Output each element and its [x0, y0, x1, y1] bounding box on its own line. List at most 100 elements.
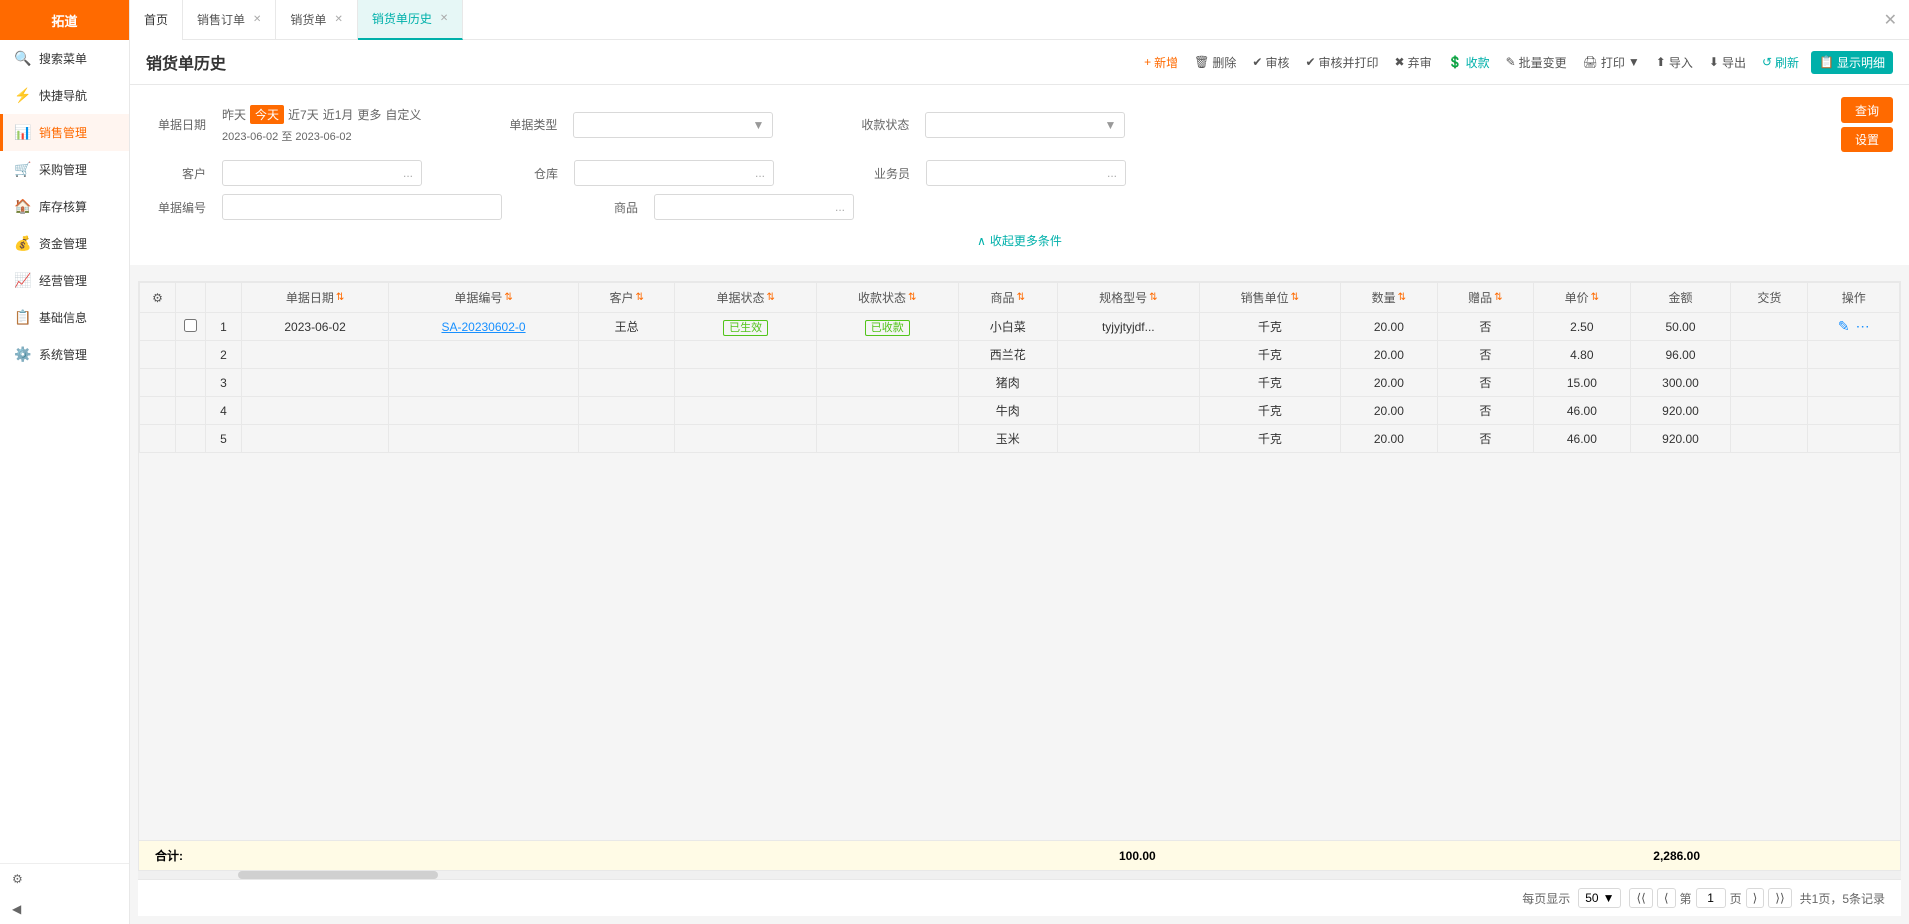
- collect-status-select[interactable]: ▼: [925, 112, 1125, 138]
- more-action-icon[interactable]: ⋯: [1856, 318, 1870, 335]
- cell-action[interactable]: [1808, 341, 1900, 369]
- shortcut-today[interactable]: 今天: [250, 105, 284, 124]
- col-doc-no[interactable]: 单据编号 ⇅: [389, 283, 579, 313]
- sidebar-item-inventory[interactable]: 🏠 库存核算: [0, 188, 129, 225]
- table-wrap[interactable]: ⚙ 单据日期 ⇅: [138, 281, 1901, 841]
- audit-button[interactable]: ✔ 审核: [1248, 52, 1293, 73]
- table-row[interactable]: 5 玉米 千克 20.00 否 46.00 920.00: [140, 425, 1900, 453]
- col-doc-status[interactable]: 单据状态 ⇅: [675, 283, 817, 313]
- audit-print-button[interactable]: ✔ 审核并打印: [1301, 52, 1382, 73]
- tab-sales-history-close[interactable]: ✕: [440, 13, 448, 24]
- page-prev-btn[interactable]: ⟨: [1657, 888, 1676, 908]
- abandon-button[interactable]: ✖ 弃审: [1391, 52, 1436, 73]
- abandon-icon: ✖: [1395, 55, 1405, 69]
- col-goods[interactable]: 商品 ⇅: [958, 283, 1058, 313]
- page-last-btn[interactable]: ⟩⟩: [1768, 888, 1791, 908]
- cell-action[interactable]: [1808, 369, 1900, 397]
- horizontal-scrollbar[interactable]: [138, 871, 1901, 879]
- sidebar-item-search-menu[interactable]: 🔍 搜索菜单: [0, 40, 129, 77]
- customer-input[interactable]: ...: [222, 160, 422, 186]
- show-detail-button[interactable]: 📋 显示明细: [1811, 51, 1893, 74]
- col-spec[interactable]: 规格型号 ⇅: [1058, 283, 1200, 313]
- salesperson-ellipsis[interactable]: ...: [1107, 166, 1117, 180]
- cell-doc-no[interactable]: [389, 397, 579, 425]
- col-settings[interactable]: ⚙: [140, 283, 176, 313]
- table-row[interactable]: 1 2023-06-02 SA-20230602-0 王总 已生效 已收款 小白…: [140, 313, 1900, 341]
- col-doc-date[interactable]: 单据日期 ⇅: [242, 283, 389, 313]
- cell-doc-no[interactable]: SA-20230602-0: [389, 313, 579, 341]
- export-button[interactable]: ⬇ 导出: [1705, 52, 1750, 73]
- add-button[interactable]: + 新增: [1140, 52, 1182, 73]
- col-qty[interactable]: 数量 ⇅: [1341, 283, 1438, 313]
- doc-type-select[interactable]: ▼: [573, 112, 773, 138]
- sidebar-item-system-mgmt[interactable]: ⚙️ 系统管理: [0, 336, 129, 373]
- cell-checkbox[interactable]: [176, 341, 206, 369]
- delete-button[interactable]: 🗑 删除: [1190, 52, 1240, 73]
- import-button[interactable]: ⬆ 导入: [1652, 52, 1697, 73]
- edit-action-icon[interactable]: ✎: [1838, 318, 1850, 335]
- sidebar-footer-settings[interactable]: ⚙: [0, 864, 129, 894]
- col-gift[interactable]: 赠品 ⇅: [1437, 283, 1534, 313]
- cell-checkbox[interactable]: [176, 369, 206, 397]
- col-unit[interactable]: 销售单位 ⇅: [1199, 283, 1341, 313]
- query-button[interactable]: 查询: [1841, 97, 1893, 123]
- sidebar-footer-collapse[interactable]: ◀: [0, 894, 129, 924]
- cell-action[interactable]: [1808, 425, 1900, 453]
- sidebar-item-purchase-mgmt[interactable]: 🛒 采购管理: [0, 151, 129, 188]
- cell-checkbox[interactable]: [176, 313, 206, 341]
- sidebar-item-finance[interactable]: 💰 资金管理: [0, 225, 129, 262]
- sidebar-item-operations[interactable]: 📈 经营管理: [0, 262, 129, 299]
- tab-sales-order-close[interactable]: ✕: [253, 14, 261, 25]
- col-settings-icon[interactable]: ⚙: [152, 291, 163, 305]
- goods-ellipsis[interactable]: ...: [835, 200, 845, 214]
- table-row[interactable]: 3 猪肉 千克 20.00 否 15.00 300.00: [140, 369, 1900, 397]
- close-all-tabs[interactable]: ✕: [1872, 10, 1909, 30]
- shortcut-1month[interactable]: 近1月: [323, 106, 354, 123]
- cell-doc-no[interactable]: [389, 341, 579, 369]
- shortcut-yesterday[interactable]: 昨天: [222, 106, 246, 123]
- doc-no-input[interactable]: [222, 194, 502, 220]
- warehouse-ellipsis[interactable]: ...: [755, 166, 765, 180]
- cell-action[interactable]: [1808, 397, 1900, 425]
- goods-input[interactable]: ...: [654, 194, 854, 220]
- shortcut-more[interactable]: 更多: [357, 106, 381, 123]
- collect-button[interactable]: 💲 收款: [1444, 52, 1494, 73]
- page-next-btn[interactable]: ⟩: [1746, 888, 1765, 908]
- page-size-select[interactable]: 50 ▼: [1578, 888, 1621, 908]
- customer-ellipsis[interactable]: ...: [403, 166, 413, 180]
- table-row[interactable]: 4 牛肉 千克 20.00 否 46.00 920.00: [140, 397, 1900, 425]
- col-collect-status[interactable]: 收款状态 ⇅: [816, 283, 958, 313]
- salesperson-input[interactable]: ...: [926, 160, 1126, 186]
- collapse-btn[interactable]: ∧ 收起更多条件: [146, 228, 1893, 253]
- tab-sales-goods-close[interactable]: ✕: [334, 14, 342, 25]
- scrollbar-thumb[interactable]: [238, 871, 438, 879]
- settings-button[interactable]: 设置: [1841, 127, 1893, 152]
- tab-sales-history[interactable]: 销货单历史 ✕: [358, 0, 463, 40]
- doc-no-link[interactable]: SA-20230602-0: [441, 320, 525, 334]
- shortcut-custom[interactable]: 自定义: [385, 106, 421, 123]
- sidebar-item-basic-info[interactable]: 📋 基础信息: [0, 299, 129, 336]
- tab-sales-order[interactable]: 销售订单 ✕: [183, 0, 276, 40]
- cell-checkbox[interactable]: [176, 425, 206, 453]
- row-checkbox[interactable]: [184, 319, 197, 332]
- warehouse-input[interactable]: ...: [574, 160, 774, 186]
- refresh-button[interactable]: ↺ 刷新: [1758, 52, 1803, 73]
- cell-doc-no[interactable]: [389, 369, 579, 397]
- cell-action[interactable]: ✎⋯: [1808, 313, 1900, 341]
- tab-home[interactable]: 首页: [130, 0, 183, 40]
- shortcut-7days[interactable]: 近7天: [288, 106, 319, 123]
- col-price-label: 单价: [1565, 289, 1589, 306]
- batch-change-button[interactable]: ✎ 批量变更: [1502, 52, 1571, 73]
- sidebar-item-sales-mgmt[interactable]: 📊 销售管理: [0, 114, 129, 151]
- cell-checkbox[interactable]: [176, 397, 206, 425]
- cell-unit: 千克: [1199, 341, 1341, 369]
- tab-sales-goods[interactable]: 销货单 ✕: [276, 0, 357, 40]
- cell-doc-no[interactable]: [389, 425, 579, 453]
- table-row[interactable]: 2 西兰花 千克 20.00 否 4.80 96.00: [140, 341, 1900, 369]
- print-button[interactable]: 🖨 打印 ▼: [1579, 52, 1644, 73]
- page-current[interactable]: 1: [1696, 888, 1726, 908]
- sidebar-item-quick-nav[interactable]: ⚡ 快捷导航: [0, 77, 129, 114]
- col-customer[interactable]: 客户 ⇅: [578, 283, 675, 313]
- col-price[interactable]: 单价 ⇅: [1534, 283, 1631, 313]
- page-first-btn[interactable]: ⟨⟨: [1629, 888, 1652, 908]
